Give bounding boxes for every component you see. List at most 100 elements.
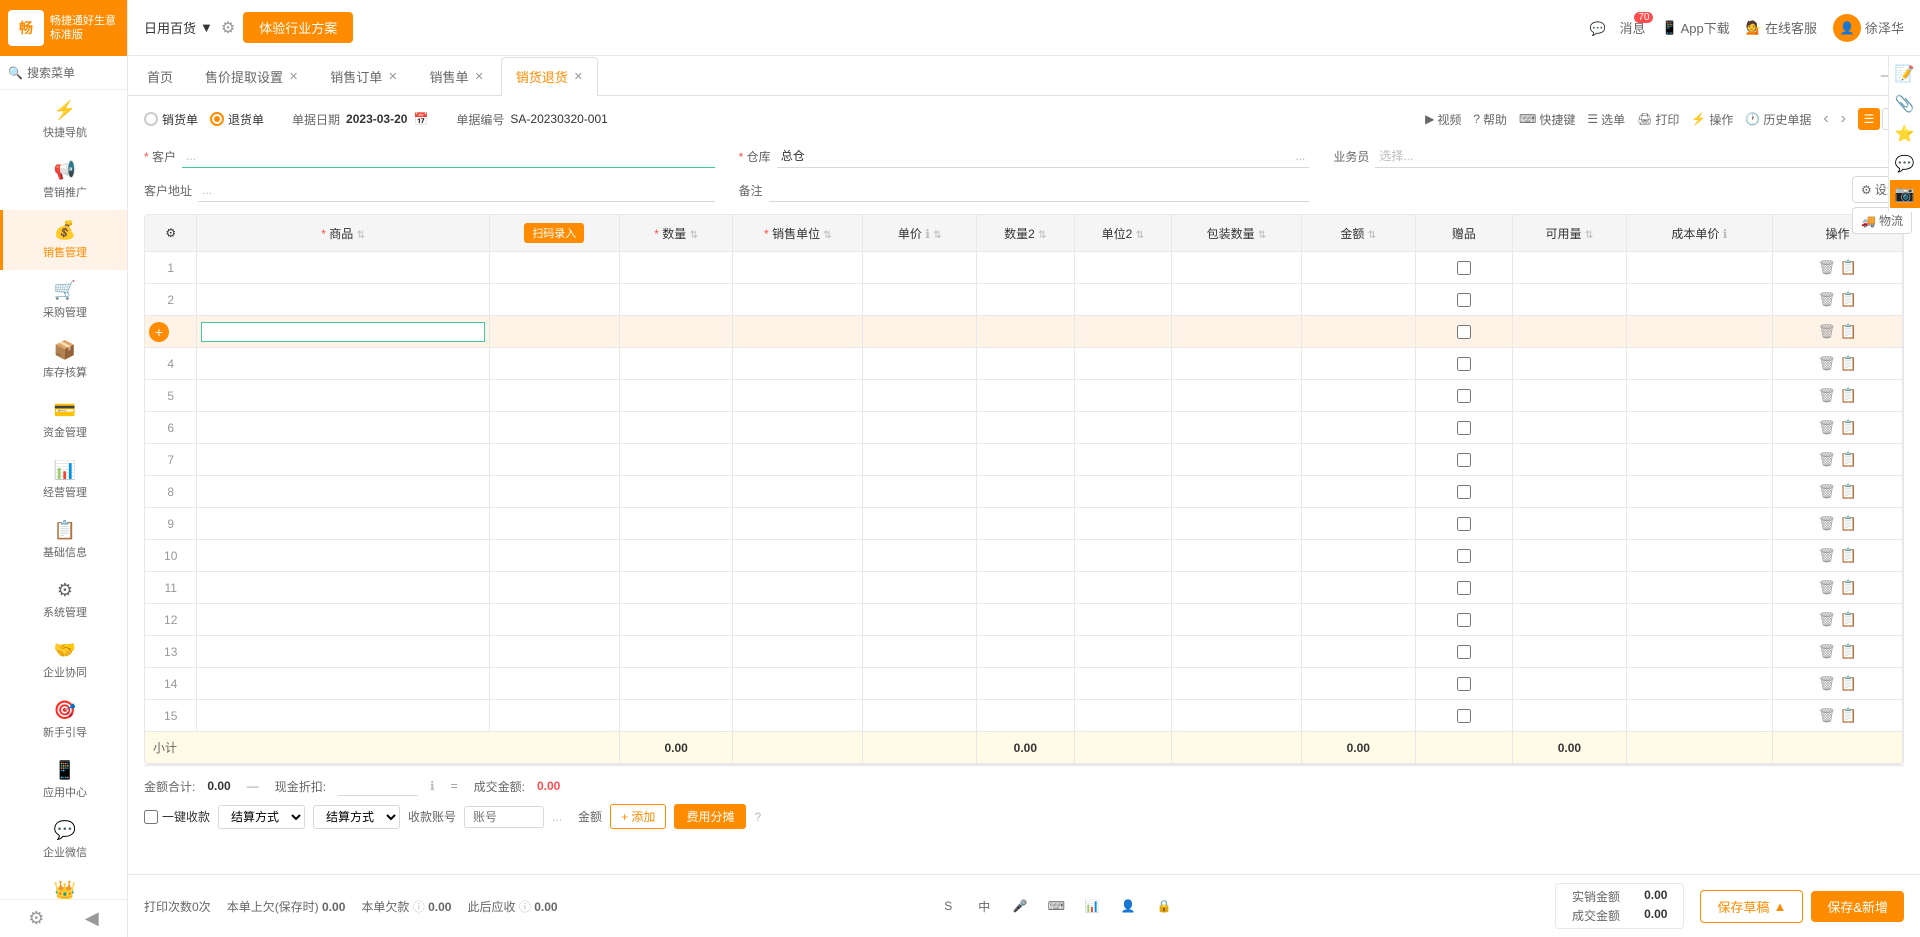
qty2-cell[interactable] [977, 476, 1074, 508]
cost-price-cell[interactable] [1626, 604, 1772, 636]
gift-checkbox[interactable] [1457, 549, 1471, 563]
available-cell[interactable] [1513, 380, 1627, 412]
delete-row-icon[interactable]: 🗑 [1818, 579, 1836, 596]
sidebar-item-shortcuts[interactable]: ⚡ 快捷导航 [0, 90, 127, 150]
unit2-cell[interactable] [1074, 700, 1171, 732]
unit-price-cell[interactable] [863, 508, 977, 540]
sale-unit-cell[interactable] [733, 508, 863, 540]
goods-cell[interactable] [197, 572, 489, 604]
tab-sales-bill[interactable]: 销售单 ✕ [414, 56, 498, 95]
pack-qty-cell[interactable] [1172, 348, 1302, 380]
copy-row-icon[interactable]: 📋 [1840, 355, 1857, 372]
gift-cell[interactable] [1415, 380, 1512, 412]
available-cell[interactable] [1513, 540, 1627, 572]
sidebar-item-operations[interactable]: 📊 经营管理 [0, 450, 127, 510]
gift-checkbox[interactable] [1457, 389, 1471, 403]
split-expense-button[interactable]: 费用分摊 [674, 804, 746, 829]
qty-cell[interactable] [619, 700, 733, 732]
salesperson-input[interactable]: 选择... ... [1375, 144, 1904, 168]
unit2-cell[interactable] [1074, 540, 1171, 572]
rs-scan-icon[interactable]: 📷 [1890, 180, 1920, 208]
sidebar-item-apps[interactable]: 📱 应用中心 [0, 750, 127, 810]
sidebar-item-inventory[interactable]: 📦 库存核算 [0, 330, 127, 390]
nav-next-btn[interactable]: › [1841, 110, 1846, 128]
cost-price-cell[interactable] [1626, 348, 1772, 380]
amount-cell[interactable] [1301, 508, 1415, 540]
help-icon-payment[interactable]: ? [754, 810, 761, 824]
delete-row-icon[interactable]: 🗑 [1818, 355, 1836, 372]
tool-icon-3[interactable]: 🎤 [1006, 892, 1034, 920]
qty-cell[interactable] [619, 508, 733, 540]
copy-row-icon[interactable]: 📋 [1840, 515, 1857, 532]
save-new-button[interactable]: 保存&新增 [1811, 891, 1904, 922]
tab-close-sales-return[interactable]: ✕ [574, 70, 583, 83]
sale-unit-cell[interactable] [733, 316, 863, 348]
available-cell[interactable] [1513, 668, 1627, 700]
qty-cell[interactable] [619, 284, 733, 316]
cash-discount-input[interactable] [338, 776, 418, 796]
unit2-cell[interactable] [1074, 380, 1171, 412]
tab-close-sales-bill[interactable]: ✕ [475, 70, 484, 83]
delete-row-icon[interactable]: 🗑 [1818, 419, 1836, 436]
goods-cell[interactable] [197, 412, 489, 444]
qty2-cell[interactable] [977, 700, 1074, 732]
gift-cell[interactable] [1415, 604, 1512, 636]
unit-price-cell[interactable] [863, 476, 977, 508]
gift-cell[interactable] [1415, 316, 1512, 348]
cost-price-cell[interactable] [1626, 572, 1772, 604]
cost-price-cell[interactable] [1626, 700, 1772, 732]
delete-row-icon[interactable]: 🗑 [1818, 323, 1836, 340]
sidebar-item-wechat[interactable]: 💬 企业微信 [0, 810, 127, 870]
pack-qty-cell[interactable] [1172, 508, 1302, 540]
gift-cell[interactable] [1415, 508, 1512, 540]
goods-input[interactable] [201, 322, 484, 342]
qty-cell[interactable] [619, 316, 733, 348]
message-badge-container[interactable]: 💬 70 消息 [1590, 18, 1646, 37]
available-cell[interactable] [1513, 636, 1627, 668]
sale-unit-cell[interactable] [733, 284, 863, 316]
tab-home[interactable]: 首页 [132, 56, 188, 95]
unit-price-cell[interactable] [863, 316, 977, 348]
sale-unit-cell[interactable] [733, 476, 863, 508]
qty2-cell[interactable] [977, 348, 1074, 380]
unit-price-cell[interactable] [863, 572, 977, 604]
pack-qty-cell[interactable] [1172, 604, 1302, 636]
unit-price-cell[interactable] [863, 700, 977, 732]
sidebar-item-sales[interactable]: 💰 销售管理 [0, 210, 127, 270]
delete-row-icon[interactable]: 🗑 [1818, 515, 1836, 532]
unit-price-cell[interactable] [863, 540, 977, 572]
pack-qty-cell[interactable] [1172, 540, 1302, 572]
goods-cell[interactable] [197, 316, 489, 348]
qty2-cell[interactable] [977, 636, 1074, 668]
unit-price-cell[interactable] [863, 604, 977, 636]
available-cell[interactable] [1513, 252, 1627, 284]
tab-sales-return[interactable]: 销货退货 ✕ [501, 57, 598, 96]
copy-row-icon[interactable]: 📋 [1840, 611, 1857, 628]
sale-unit-cell[interactable] [733, 252, 863, 284]
sale-unit-cell[interactable] [733, 380, 863, 412]
radio-sale[interactable]: 销货单 [144, 111, 198, 128]
user-menu[interactable]: 👤 徐泽华 [1833, 14, 1904, 42]
copy-row-icon[interactable]: 📋 [1840, 419, 1857, 436]
calendar-icon[interactable]: 📅 [413, 112, 428, 126]
unit2-cell[interactable] [1074, 284, 1171, 316]
rs-attach-icon[interactable]: 📎 [1890, 90, 1920, 118]
amount-cell[interactable] [1301, 572, 1415, 604]
gift-checkbox[interactable] [1457, 325, 1471, 339]
sale-unit-cell[interactable] [733, 348, 863, 380]
qty2-cell[interactable] [977, 380, 1074, 412]
qty-cell[interactable] [619, 252, 733, 284]
unit2-cell[interactable] [1074, 316, 1171, 348]
sidebar-settings-icon[interactable]: ⚙ [28, 908, 44, 929]
gift-cell[interactable] [1415, 636, 1512, 668]
delete-row-icon[interactable]: 🗑 [1818, 611, 1836, 628]
add-payment-button[interactable]: + 添加 [610, 804, 666, 829]
copy-row-icon[interactable]: 📋 [1840, 451, 1857, 468]
available-cell[interactable] [1513, 316, 1627, 348]
unit2-cell[interactable] [1074, 348, 1171, 380]
tool-icon-7[interactable]: 🔒 [1150, 892, 1178, 920]
sidebar-item-marketing[interactable]: 📢 营销推广 [0, 150, 127, 210]
cost-price-cell[interactable] [1626, 380, 1772, 412]
goods-cell[interactable] [197, 348, 489, 380]
cost-price-cell[interactable] [1626, 540, 1772, 572]
